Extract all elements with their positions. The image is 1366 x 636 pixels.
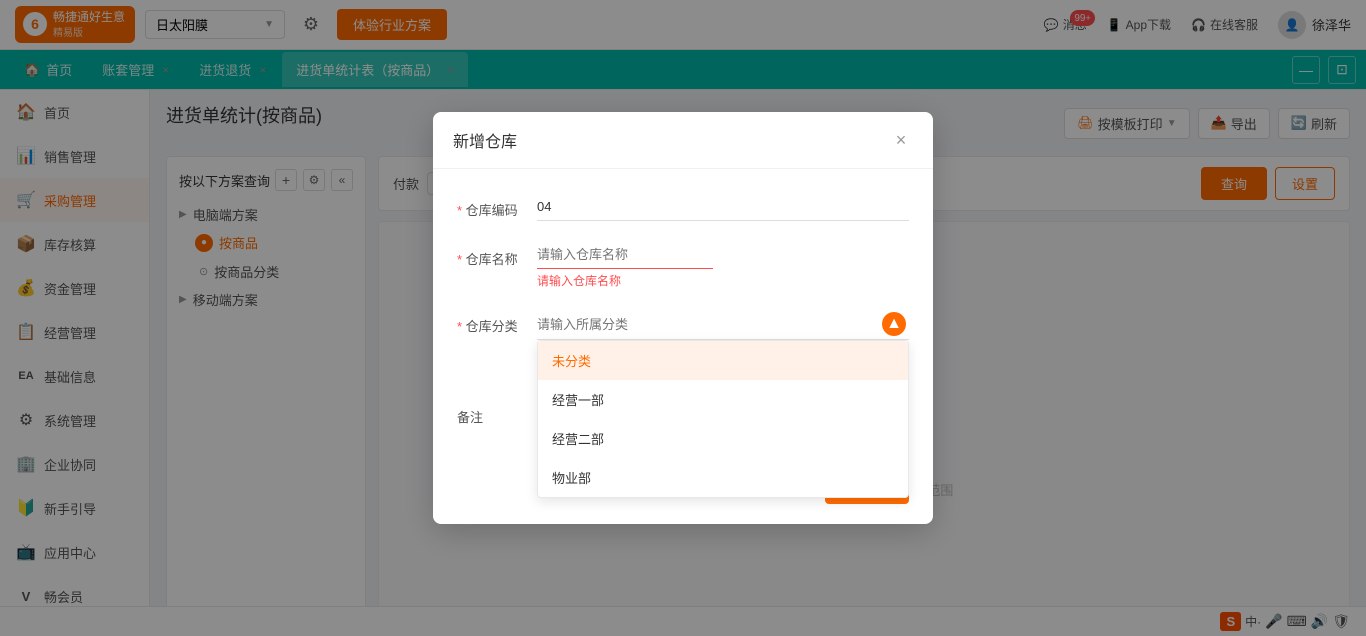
warehouse-name-error-msg: 请输入仓库名称 (537, 272, 621, 289)
category-input[interactable] (537, 311, 879, 338)
warehouse-name-wrapper (537, 241, 713, 269)
category-dropdown: 未分类 经营一部 经营二部 物业部 (537, 340, 909, 498)
warehouse-category-row: 仓库分类 ▲ 未分类 经营一部 经营二部 物业部 (457, 309, 909, 340)
modal-close-btn[interactable]: × (889, 128, 913, 152)
warehouse-name-input-row: 仓库名称 (457, 241, 713, 269)
chevron-up-icon: ▲ (882, 312, 906, 336)
category-toggle-btn[interactable]: ▲ (879, 309, 909, 339)
warehouse-name-input[interactable] (537, 241, 713, 269)
dropdown-item-unclassified[interactable]: 未分类 (538, 341, 908, 380)
modal-body: 仓库编码 仓库名称 请输入仓库名称 仓库分类 (433, 169, 933, 456)
warehouse-code-input[interactable] (537, 193, 909, 221)
modal-title: 新增仓库 (453, 128, 517, 152)
category-input-row: ▲ (537, 309, 909, 340)
warehouse-code-row: 仓库编码 (457, 193, 909, 221)
warehouse-category-wrapper: ▲ 未分类 经营一部 经营二部 物业部 (537, 309, 909, 340)
add-warehouse-modal: 新增仓库 × 仓库编码 仓库名称 请输入仓库名称 (433, 112, 933, 524)
dropdown-item-dept1[interactable]: 经营一部 (538, 380, 908, 419)
warehouse-name-row: 仓库名称 请输入仓库名称 (457, 241, 909, 289)
dropdown-item-dept2[interactable]: 经营二部 (538, 419, 908, 458)
warehouse-code-wrapper (537, 193, 909, 221)
warehouse-name-label: 仓库名称 (457, 242, 537, 268)
warehouse-code-label: 仓库编码 (457, 193, 537, 219)
dropdown-item-dept3[interactable]: 物业部 (538, 458, 908, 497)
remark-label: 备注 (457, 400, 537, 426)
warehouse-category-label: 仓库分类 (457, 309, 537, 335)
modal-overlay: 新增仓库 × 仓库编码 仓库名称 请输入仓库名称 (0, 0, 1366, 636)
modal-header: 新增仓库 × (433, 112, 933, 169)
